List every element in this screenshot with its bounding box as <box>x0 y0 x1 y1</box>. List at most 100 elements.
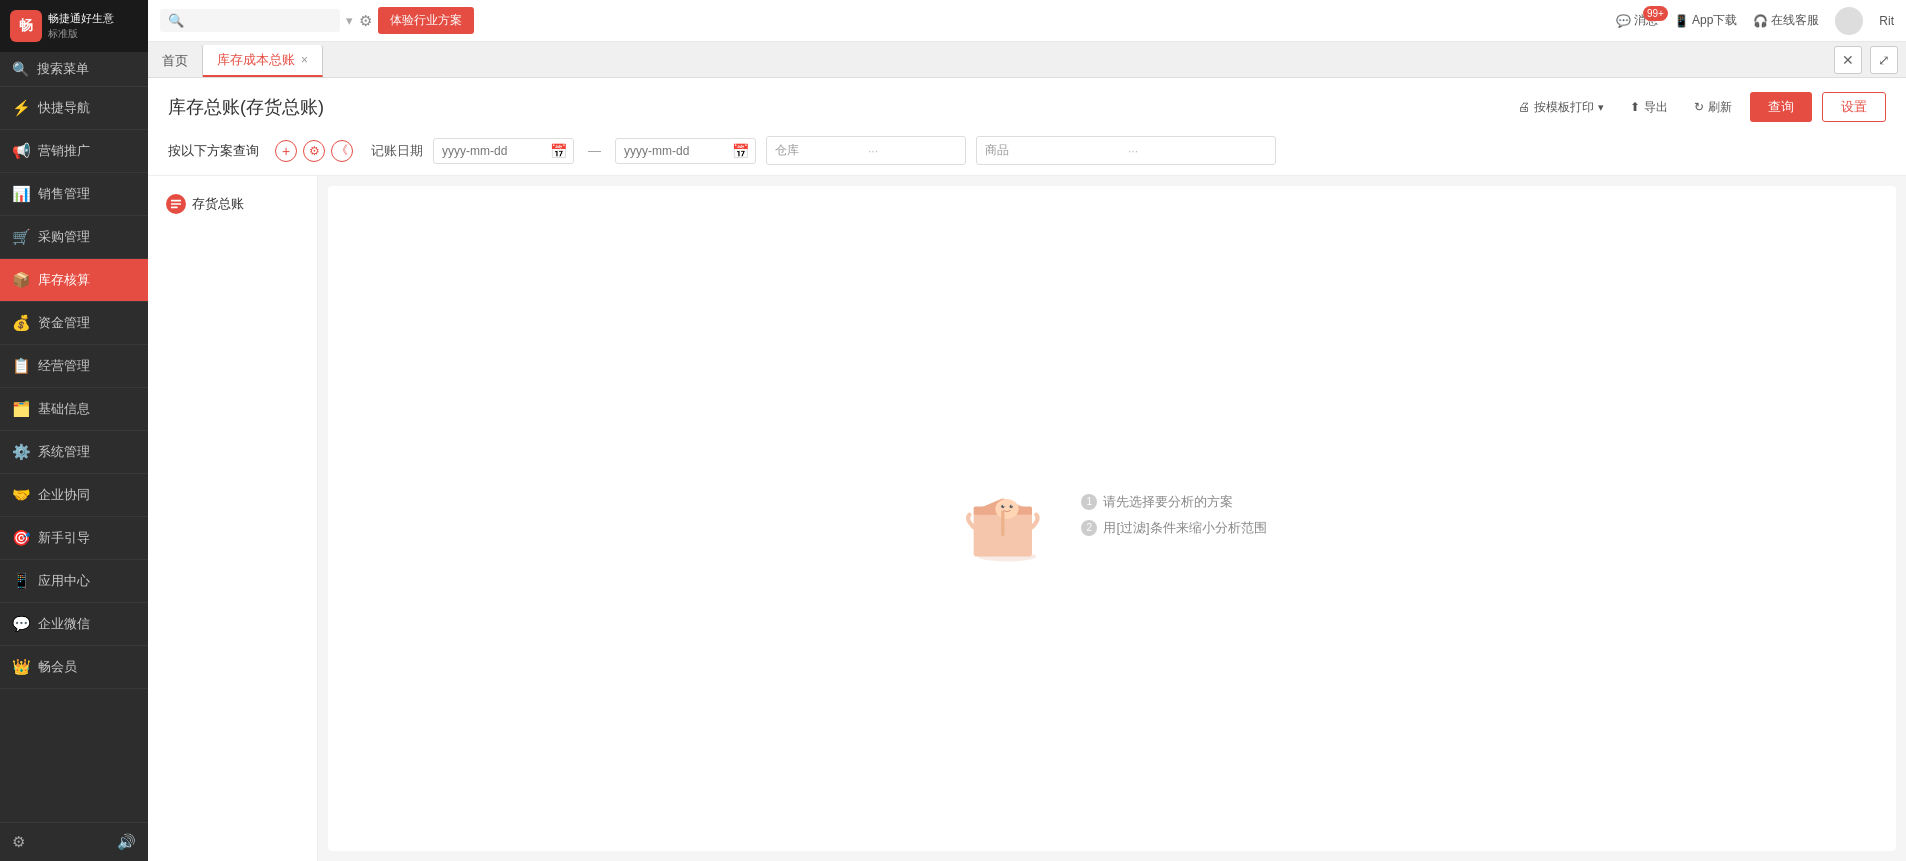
topbar: 🔍 ▾ ⚙ 体验行业方案 💬 消息 99+ 📱 App下载 🎧 在线客服 <box>148 0 1906 42</box>
scheme-sidebar: 存货总账 <box>148 176 318 861</box>
chevron-down-icon: ▾ <box>346 13 353 28</box>
date-end-wrapper: 📅 <box>615 138 756 164</box>
export-icon: ⬆ <box>1630 100 1640 114</box>
refresh-label: 刷新 <box>1708 99 1732 116</box>
query-btn[interactable]: 查询 <box>1750 92 1812 122</box>
sidebar-nav: ⚡ 快捷导航 📢 营销推广 📊 销售管理 🛒 采购管理 📦 库存核算 💰 资金管… <box>0 87 148 822</box>
sidebar-item-enterprise[interactable]: 🤝 企业协同 <box>0 474 148 517</box>
export-btn[interactable]: ⬆ 导出 <box>1622 95 1676 120</box>
sidebar-search-menu[interactable]: 🔍 搜索菜单 <box>0 52 148 87</box>
operations-icon: 📋 <box>12 357 30 375</box>
refresh-btn[interactable]: ↻ 刷新 <box>1686 95 1740 120</box>
date-end-input[interactable] <box>616 139 726 163</box>
topbar-service-label: 在线客服 <box>1771 12 1819 29</box>
scheme-item-label: 存货总账 <box>192 195 244 213</box>
svg-rect-11 <box>1002 510 1005 535</box>
filter-add-btn[interactable]: + <box>275 140 297 162</box>
tab-home[interactable]: 首页 <box>148 45 203 77</box>
sidebar-item-inventory[interactable]: 📦 库存核算 <box>0 259 148 302</box>
date-start-wrapper: 📅 <box>433 138 574 164</box>
collapse-icon: 《 <box>336 142 348 159</box>
filter-settings-btn[interactable]: ⚙ <box>303 140 325 162</box>
tab-active-label: 库存成本总账 <box>217 51 295 69</box>
topbar-gear-icon[interactable]: ⚙ <box>359 12 372 30</box>
basic-icon: 🗂️ <box>12 400 30 418</box>
sidebar-item-member[interactable]: 👑 畅会员 <box>0 646 148 689</box>
system-icon: ⚙️ <box>12 443 30 461</box>
sidebar-item-marketing[interactable]: 📢 营销推广 <box>0 130 148 173</box>
sidebar-item-label: 快捷导航 <box>38 99 90 117</box>
print-label: 按模板打印 <box>1534 99 1594 116</box>
sidebar-item-label: 新手引导 <box>38 529 90 547</box>
sidebar-item-quick-nav[interactable]: ⚡ 快捷导航 <box>0 87 148 130</box>
sidebar-item-operations[interactable]: 📋 经营管理 <box>0 345 148 388</box>
product-placeholder: 商品 <box>985 142 1124 159</box>
tabs-bar: 首页 库存成本总账 × ✕ ⤢ <box>148 42 1906 78</box>
sidebar-item-purchase[interactable]: 🛒 采购管理 <box>0 216 148 259</box>
quick-nav-icon: ⚡ <box>12 99 30 117</box>
marketing-icon: 📢 <box>12 142 30 160</box>
tip-num-2: 2 <box>1081 520 1097 536</box>
empty-tip-1: 1 请先选择要分析的方案 <box>1081 493 1266 511</box>
tip-text-2: 用[过滤]条件来缩小分析范围 <box>1103 519 1266 537</box>
tab-inventory-ledger[interactable]: 库存成本总账 × <box>203 45 323 77</box>
audio-icon[interactable]: 🔊 <box>117 833 136 851</box>
sidebar-item-label: 企业协同 <box>38 486 90 504</box>
svg-point-6 <box>996 499 1019 519</box>
calendar-start-icon[interactable]: 📅 <box>544 143 573 159</box>
sidebar-item-finance[interactable]: 💰 资金管理 <box>0 302 148 345</box>
date-start-input[interactable] <box>434 139 544 163</box>
enterprise-icon: 🤝 <box>12 486 30 504</box>
sidebar-item-apps[interactable]: 📱 应用中心 <box>0 560 148 603</box>
sidebar-logo: 畅 畅捷通好生意 标准版 <box>0 0 148 52</box>
tab-expand-btn[interactable]: ⤢ <box>1870 46 1898 74</box>
topbar-service-btn[interactable]: 🎧 在线客服 <box>1753 12 1819 29</box>
sidebar-item-newbie[interactable]: 🎯 新手引导 <box>0 517 148 560</box>
warehouse-select[interactable]: 仓库 ··· <box>766 136 966 165</box>
settings-page-btn[interactable]: 设置 <box>1822 92 1886 122</box>
topbar-app-download-btn[interactable]: 📱 App下载 <box>1674 12 1737 29</box>
sidebar-item-sales[interactable]: 📊 销售管理 <box>0 173 148 216</box>
topbar-search-input[interactable] <box>188 14 288 28</box>
finance-icon: 💰 <box>12 314 30 332</box>
sidebar-item-system[interactable]: ⚙️ 系统管理 <box>0 431 148 474</box>
topbar-message-btn[interactable]: 💬 消息 99+ <box>1616 12 1658 29</box>
tab-close-btn[interactable]: × <box>301 53 308 67</box>
product-select[interactable]: 商品 ··· <box>976 136 1276 165</box>
print-dropdown-icon: ▾ <box>1598 101 1604 114</box>
sidebar-item-label: 销售管理 <box>38 185 90 203</box>
filter-actions: + ⚙ 《 <box>275 140 353 162</box>
sidebar-item-label: 系统管理 <box>38 443 90 461</box>
tip-num-1: 1 <box>1081 494 1097 510</box>
industry-btn[interactable]: 体验行业方案 <box>378 7 474 34</box>
topbar-dropdown[interactable]: ▾ <box>346 13 353 28</box>
sidebar-item-label: 经营管理 <box>38 357 90 375</box>
sidebar-item-label: 畅会员 <box>38 658 77 676</box>
page-actions: 🖨 按模板打印 ▾ ⬆ 导出 ↻ 刷新 查询 设置 <box>1510 92 1886 122</box>
sidebar-item-label: 营销推广 <box>38 142 90 160</box>
filter-row: 按以下方案查询 + ⚙ 《 记账日期 📅 <box>168 136 1886 165</box>
app-icon: 📱 <box>1674 14 1689 28</box>
scheme-item-inventory[interactable]: 存货总账 <box>156 186 309 222</box>
add-icon: + <box>282 144 290 158</box>
tab-close-window-btn[interactable]: ✕ <box>1834 46 1862 74</box>
topbar-search-icon: 🔍 <box>168 13 184 28</box>
print-btn[interactable]: 🖨 按模板打印 ▾ <box>1510 95 1612 120</box>
empty-illustration <box>957 469 1057 569</box>
topbar-avatar[interactable] <box>1835 7 1863 35</box>
export-label: 导出 <box>1644 99 1668 116</box>
sidebar-item-label: 库存核算 <box>38 271 90 289</box>
calendar-end-icon[interactable]: 📅 <box>726 143 755 159</box>
sidebar-search-label: 搜索菜单 <box>37 60 89 78</box>
filter-label: 按以下方案查询 <box>168 142 259 160</box>
page-header: 库存总账(存货总账) 🖨 按模板打印 ▾ ⬆ 导出 ↻ 刷新 <box>148 78 1906 176</box>
sidebar-item-wechat[interactable]: 💬 企业微信 <box>0 603 148 646</box>
sidebar-item-basic[interactable]: 🗂️ 基础信息 <box>0 388 148 431</box>
sidebar-item-label: 企业微信 <box>38 615 90 633</box>
filter-collapse-btn[interactable]: 《 <box>331 140 353 162</box>
settings-footer-icon[interactable]: ⚙ <box>12 833 25 851</box>
topbar-username: Rit <box>1879 14 1894 28</box>
print-icon: 🖨 <box>1518 100 1530 114</box>
sidebar-item-label: 基础信息 <box>38 400 90 418</box>
product-more-icon: ··· <box>1128 144 1267 158</box>
